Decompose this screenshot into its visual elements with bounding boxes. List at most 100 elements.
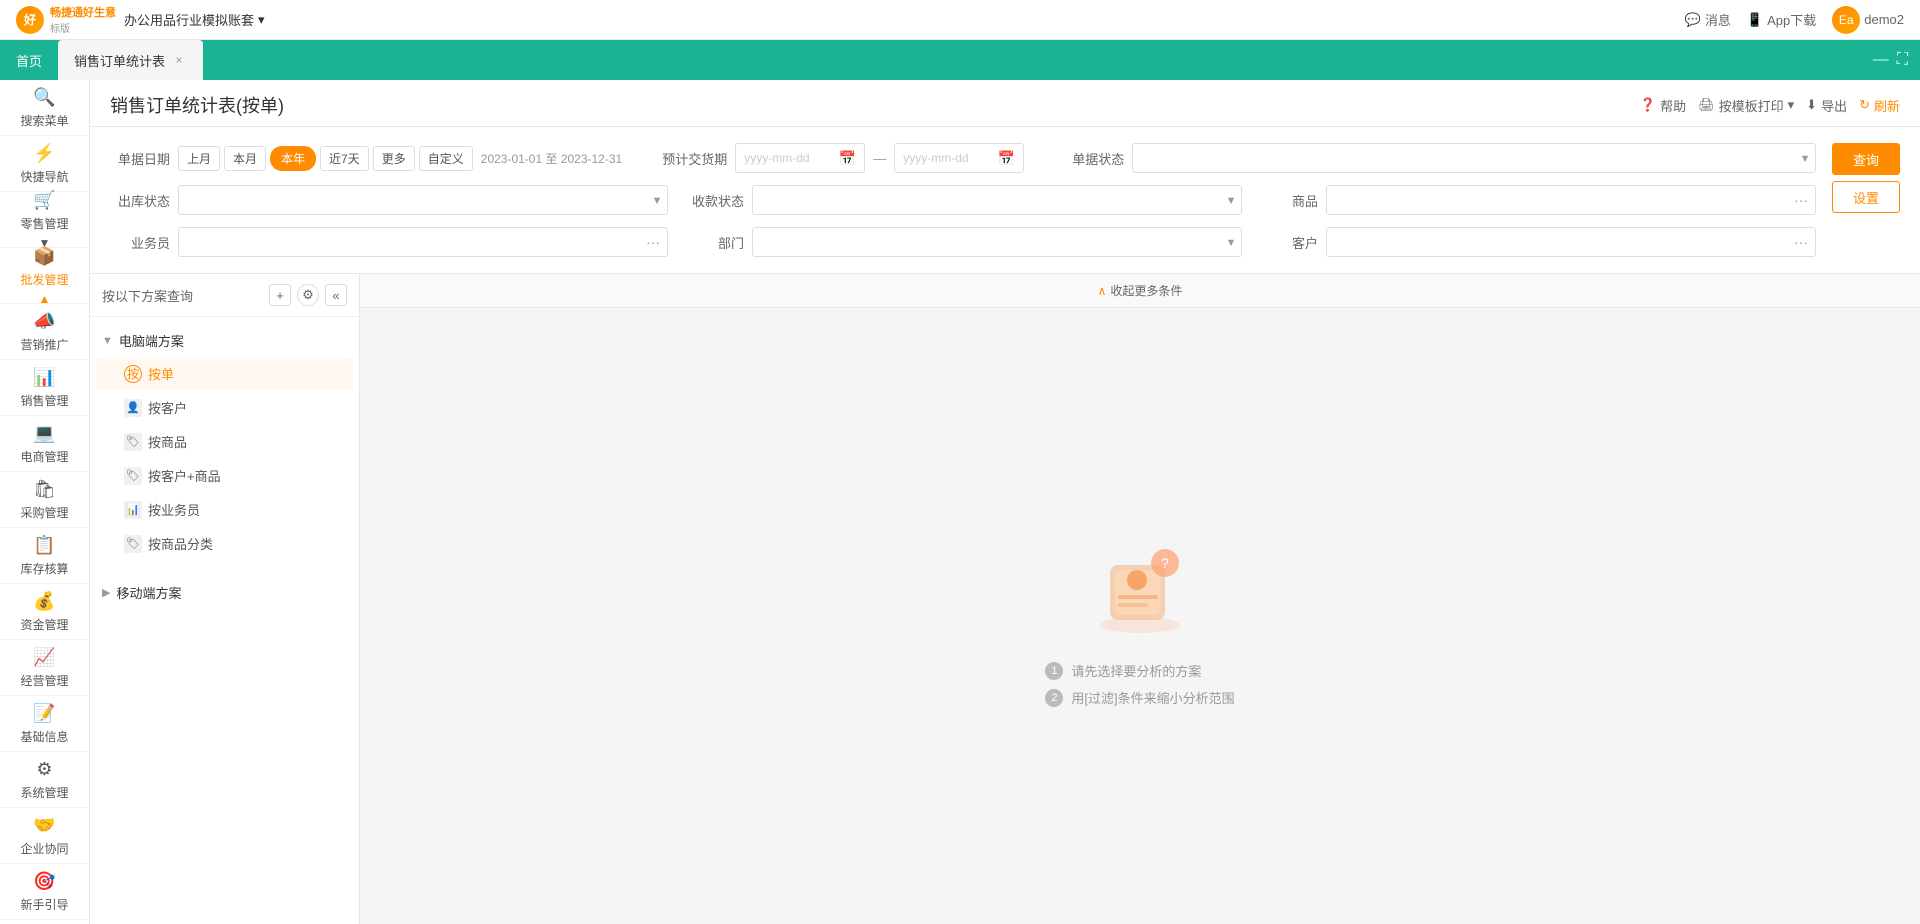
left-panel-actions: + ⚙ «: [269, 284, 347, 306]
scheme-item-single[interactable]: 按 按单: [96, 357, 353, 390]
minimize-icon[interactable]: —: [1873, 51, 1889, 69]
user-profile[interactable]: Ea demo2: [1832, 6, 1904, 34]
sales-icon: 📊: [33, 367, 55, 388]
export-button[interactable]: ⬇ 导出: [1806, 96, 1847, 115]
plus-icon: +: [276, 288, 284, 303]
sidebar-search-label: 搜索菜单: [20, 112, 68, 129]
filter-row-3: 业务员 ··· 部门 ▾: [110, 227, 1816, 257]
scheme-item-customer[interactable]: 👤 按客户: [96, 391, 353, 424]
department-select[interactable]: [752, 227, 1242, 257]
customer-scheme-label: 按客户: [148, 398, 187, 417]
settings-button[interactable]: 设置: [1832, 181, 1900, 213]
more-button[interactable]: 更多: [373, 146, 415, 171]
scheme-item-goods[interactable]: 🏷 按商品: [96, 425, 353, 458]
logo-text: 畅捷通好生意: [50, 4, 116, 20]
sidebar-item-operations[interactable]: 📈 经营管理: [0, 640, 89, 696]
customer-label: 客户: [1258, 233, 1318, 252]
salesperson-item: 业务员 ···: [110, 227, 668, 257]
sidebar-item-quick-nav[interactable]: ⚡ 快捷导航: [0, 136, 89, 192]
salesperson-input[interactable]: [178, 227, 668, 257]
payment-status-select[interactable]: [752, 185, 1242, 215]
customer-input[interactable]: [1326, 227, 1816, 257]
svg-text:?: ?: [1161, 555, 1169, 571]
sidebar-system-label: 系统管理: [20, 784, 68, 801]
sidebar-marketing-label: 营销推广: [20, 336, 68, 353]
collapse-panel-button[interactable]: «: [325, 284, 347, 306]
sidebar-retail-label: 零售管理: [20, 215, 68, 232]
sidebar-item-retail[interactable]: 🛒 零售管理 ▼: [0, 192, 89, 248]
custom-button[interactable]: 自定义: [419, 146, 473, 171]
sidebar-operations-label: 经营管理: [20, 672, 68, 689]
goods-input[interactable]: [1326, 185, 1816, 215]
salesperson-dots-icon[interactable]: ···: [646, 234, 660, 250]
filter-row-1: 单据日期 上月 本月 本年 近7天 更多 自定义 2023-01-01 至 20…: [110, 143, 1816, 173]
print-label: 按模板打印: [1719, 96, 1784, 115]
add-scheme-button[interactable]: +: [269, 284, 291, 306]
delivery-status-select-wrap: ▾: [178, 185, 668, 215]
collapse-bar[interactable]: ∧ 收起更多条件: [360, 274, 1920, 308]
sidebar-item-basic-info[interactable]: 📝 基础信息: [0, 696, 89, 752]
chevron-down-icon: ▾: [258, 12, 265, 28]
sidebar-item-cooperation[interactable]: 🤝 企业协同: [0, 808, 89, 864]
top-header: 好 畅捷通好生意 标版 办公用品行业模拟账套 ▾ 💬 消息 📱 App下载 Ea…: [0, 0, 1920, 40]
sidebar-item-search[interactable]: 🔍 搜索菜单: [0, 80, 89, 136]
sidebar-item-marketing[interactable]: 📣 营销推广: [0, 304, 89, 360]
search-icon: 🔍: [33, 87, 55, 108]
filter-panel: 单据日期 上月 本月 本年 近7天 更多 自定义 2023-01-01 至 20…: [90, 127, 1920, 274]
sidebar-item-sales[interactable]: 📊 销售管理: [0, 360, 89, 416]
close-tab-icon[interactable]: ×: [171, 52, 187, 68]
query-button[interactable]: 查询: [1832, 143, 1900, 175]
mobile-section-header[interactable]: ▶ 移动端方案: [90, 577, 359, 608]
help-button[interactable]: ❓ 帮助: [1640, 96, 1686, 115]
tab-bar: 首页 销售订单统计表 × — ⛶: [0, 40, 1920, 80]
scheme-item-goods-category[interactable]: 🏷 按商品分类: [96, 527, 353, 560]
sidebar-item-ecommerce[interactable]: 💻 电商管理: [0, 416, 89, 472]
delivery-status-select[interactable]: [178, 185, 668, 215]
sidebar-item-system[interactable]: ⚙ 系统管理: [0, 752, 89, 808]
settings-scheme-button[interactable]: ⚙: [297, 284, 319, 306]
print-button[interactable]: 🖨 按模板打印 ▾: [1698, 96, 1794, 115]
sidebar-item-app-center[interactable]: 📱 应用中心: [0, 920, 89, 924]
goods-dots-icon[interactable]: ···: [1794, 192, 1808, 208]
expected-delivery-label: 预计交货期: [662, 149, 727, 168]
message-button[interactable]: 💬 消息: [1685, 10, 1731, 29]
customer-dots-icon[interactable]: ···: [1794, 234, 1808, 250]
sidebar-purchase-label: 采购管理: [20, 504, 68, 521]
refresh-button[interactable]: ↻ 刷新: [1859, 96, 1900, 115]
refresh-label: 刷新: [1874, 96, 1900, 115]
finance-icon: 💰: [33, 591, 55, 612]
this-month-button[interactable]: 本月: [224, 146, 266, 171]
sidebar-item-finance[interactable]: 💰 资金管理: [0, 584, 89, 640]
purchase-icon: 🛍: [33, 479, 56, 500]
refresh-icon: ↻: [1859, 97, 1870, 113]
sidebar-item-purchase[interactable]: 🛍 采购管理: [0, 472, 89, 528]
tab-sales-order-stats[interactable]: 销售订单统计表 ×: [58, 40, 203, 80]
pc-section-header[interactable]: ▼ 电脑端方案: [90, 325, 359, 356]
customer-goods-scheme-icon: 🏷: [124, 467, 142, 485]
header-left: 好 畅捷通好生意 标版 办公用品行业模拟账套 ▾: [16, 4, 265, 35]
scheme-item-salesperson[interactable]: 📊 按业务员: [96, 493, 353, 526]
order-status-select[interactable]: [1132, 143, 1816, 173]
tab-controls: — ⛶: [1873, 51, 1920, 69]
sidebar-item-wholesale[interactable]: 📦 批发管理 ▲: [0, 248, 89, 304]
scheme-item-customer-goods[interactable]: 🏷 按客户+商品: [96, 459, 353, 492]
logo-area: 好 畅捷通好生意 标版: [16, 4, 116, 35]
sidebar-item-guide[interactable]: 🎯 新手引导: [0, 864, 89, 920]
app-download-button[interactable]: 📱 App下载: [1747, 10, 1816, 29]
collapse-label: 收起更多条件: [1110, 282, 1182, 299]
sidebar-item-inventory[interactable]: 📋 库存核算: [0, 528, 89, 584]
home-tab-label: 首页: [16, 51, 42, 70]
delivery-date-end[interactable]: yyyy-mm-dd 📅: [894, 143, 1024, 173]
tab-home[interactable]: 首页: [0, 40, 58, 80]
7days-button[interactable]: 近7天: [320, 146, 369, 171]
prev-month-button[interactable]: 上月: [178, 146, 220, 171]
maximize-icon[interactable]: ⛶: [1897, 51, 1908, 69]
message-icon: 💬: [1685, 12, 1701, 28]
goods-label: 商品: [1258, 191, 1318, 210]
date-button-group: 上月 本月 本年 近7天 更多 自定义: [178, 146, 473, 171]
delivery-date-start[interactable]: yyyy-mm-dd 📅: [735, 143, 865, 173]
account-selector[interactable]: 办公用品行业模拟账套 ▾: [124, 10, 265, 29]
this-year-button[interactable]: 本年: [270, 146, 316, 171]
goods-scheme-label: 按商品: [148, 432, 187, 451]
print-icon: 🖨: [1698, 97, 1715, 113]
